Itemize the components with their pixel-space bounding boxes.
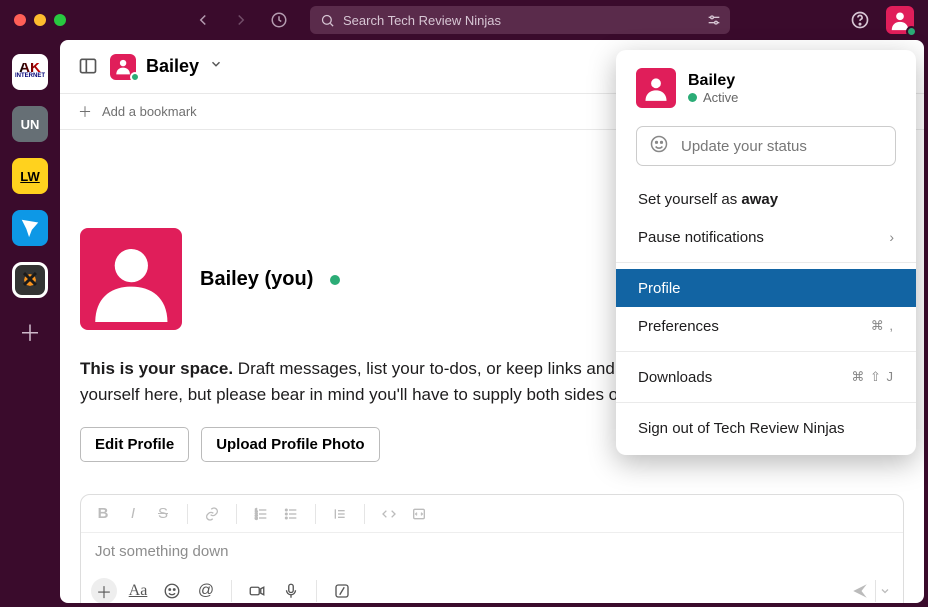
workspace-2[interactable]: UN	[12, 106, 48, 142]
user-avatar-button[interactable]	[886, 6, 914, 34]
workspace-5-active[interactable]: ✕	[12, 262, 48, 298]
titlebar: Search Tech Review Ninjas	[0, 0, 928, 40]
presence-dot	[130, 72, 140, 82]
search-icon	[320, 13, 335, 28]
preferences-item[interactable]: Preferences ⌘ ,	[616, 307, 916, 345]
history-nav	[192, 9, 290, 31]
smile-icon	[649, 134, 669, 158]
mention-button[interactable]: @	[193, 578, 219, 603]
user-menu-name: Bailey	[688, 72, 738, 90]
user-menu-status: Active	[688, 90, 738, 105]
self-presence-dot	[330, 275, 340, 285]
profile-item[interactable]: Profile	[616, 269, 916, 307]
send-options-button[interactable]	[875, 580, 893, 602]
code-button[interactable]	[377, 500, 401, 528]
user-menu-header: Bailey Active	[616, 68, 916, 120]
downloads-shortcut: ⌘ ⇧ J	[851, 369, 894, 385]
workspace-3[interactable]: LW	[12, 158, 48, 194]
workspace-1[interactable]: AKINTERNET	[12, 54, 48, 90]
audio-button[interactable]	[278, 578, 304, 603]
upload-photo-button[interactable]: Upload Profile Photo	[201, 427, 379, 462]
window-controls	[14, 14, 66, 26]
downloads-item[interactable]: Downloads ⌘ ⇧ J	[616, 358, 916, 396]
add-bookmark-label: Add a bookmark	[102, 104, 197, 119]
workspace-rail: AKINTERNET UN LW ✕ ＋	[0, 40, 60, 607]
status-placeholder: Update your status	[681, 138, 807, 155]
strike-button[interactable]: S	[151, 500, 175, 528]
self-name: Bailey (you)	[200, 268, 313, 290]
menu-separator	[616, 402, 916, 403]
sign-out-item[interactable]: Sign out of Tech Review Ninjas	[616, 409, 916, 447]
preferences-shortcut: ⌘ ,	[871, 318, 894, 334]
format-toggle-button[interactable]: Aa	[125, 578, 151, 603]
message-composer: B I S 123	[80, 494, 904, 603]
format-toolbar: B I S 123	[81, 495, 903, 533]
chevron-down-icon[interactable]	[209, 57, 223, 76]
channel-avatar	[110, 54, 136, 80]
chevron-right-icon: ›	[889, 229, 894, 245]
filter-icon[interactable]	[706, 12, 722, 28]
menu-separator	[616, 351, 916, 352]
add-workspace-button[interactable]: ＋	[12, 314, 48, 350]
self-avatar	[80, 228, 182, 330]
ordered-list-button[interactable]: 123	[249, 500, 273, 528]
help-button[interactable]	[848, 8, 872, 32]
send-button[interactable]	[845, 582, 875, 600]
search-placeholder: Search Tech Review Ninjas	[343, 13, 501, 28]
workspace-4[interactable]	[12, 210, 48, 246]
bullet-list-button[interactable]	[279, 500, 303, 528]
user-menu: Bailey Active Update your status Set you…	[616, 50, 916, 455]
presence-dot-icon	[688, 93, 697, 102]
channel-name[interactable]: Bailey	[146, 56, 199, 77]
minimize-window[interactable]	[34, 14, 46, 26]
shortcut-button[interactable]	[329, 578, 355, 603]
close-window[interactable]	[14, 14, 26, 26]
set-away-item[interactable]: Set yourself as away	[616, 180, 916, 218]
svg-text:3: 3	[255, 515, 258, 520]
italic-button[interactable]: I	[121, 500, 145, 528]
forward-button[interactable]	[230, 9, 252, 31]
attach-button[interactable]: ＋	[91, 578, 117, 603]
plus-icon: ＋	[78, 102, 92, 122]
back-button[interactable]	[192, 9, 214, 31]
video-button[interactable]	[244, 578, 270, 603]
send-group	[845, 580, 893, 602]
composer-actions: ＋ Aa @	[81, 570, 903, 603]
pause-notifications-item[interactable]: Pause notifications ›	[616, 218, 916, 256]
user-menu-avatar	[636, 68, 676, 108]
composer-input[interactable]: Jot something down	[81, 533, 903, 570]
fullscreen-window[interactable]	[54, 14, 66, 26]
presence-indicator	[906, 26, 917, 37]
bold-button[interactable]: B	[91, 500, 115, 528]
split-view-icon[interactable]	[78, 56, 100, 78]
codeblock-button[interactable]	[407, 500, 431, 528]
link-button[interactable]	[200, 500, 224, 528]
history-button[interactable]	[268, 9, 290, 31]
blockquote-button[interactable]	[328, 500, 352, 528]
search-bar[interactable]: Search Tech Review Ninjas	[310, 6, 730, 34]
menu-separator	[616, 262, 916, 263]
edit-profile-button[interactable]: Edit Profile	[80, 427, 189, 462]
emoji-button[interactable]	[159, 578, 185, 603]
space-text-bold: This is your space.	[80, 359, 233, 378]
status-input[interactable]: Update your status	[636, 126, 896, 166]
